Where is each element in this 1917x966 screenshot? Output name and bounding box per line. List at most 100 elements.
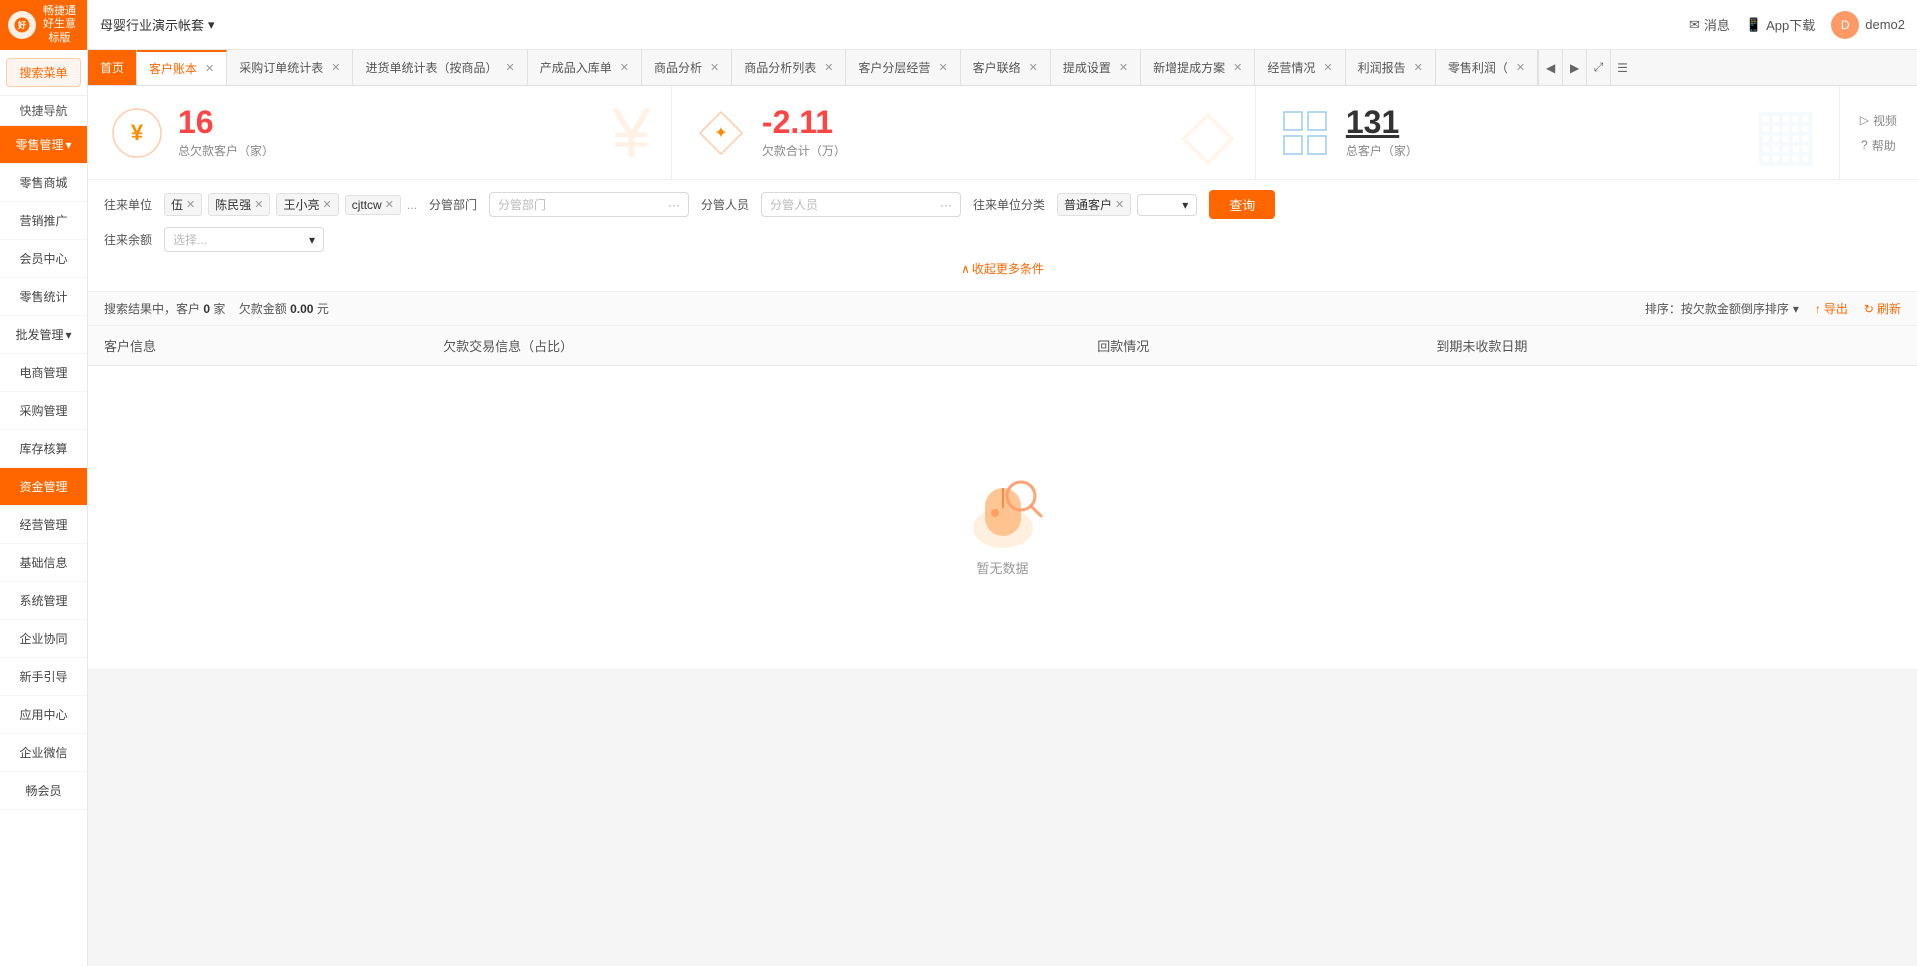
remove-tag-normal[interactable]: ✕: [1115, 198, 1124, 211]
tab-close-10[interactable]: ✕: [1233, 61, 1242, 74]
svg-text:✦: ✦: [714, 125, 727, 142]
header-left: 母婴行业演示帐套 ▾: [100, 15, 215, 34]
tab-customer-ledger[interactable]: 客户账本 ✕: [137, 50, 227, 86]
stat-bg-icon-1: ¥: [612, 93, 651, 173]
stat-value-total: 131: [1346, 106, 1418, 138]
sidebar-item-finance[interactable]: 资金管理: [0, 468, 87, 506]
industry-selector[interactable]: 母婴行业演示帐套 ▾: [100, 15, 215, 34]
tab-close-4[interactable]: ✕: [620, 61, 629, 74]
tab-production-instock[interactable]: 产成品入库单 ✕: [528, 50, 642, 86]
tab-purchase-order-stats[interactable]: 采购订单统计表 ✕: [227, 50, 353, 86]
dept-select[interactable]: 分管部门 ···: [489, 192, 689, 217]
category-chevron: ▾: [1182, 198, 1188, 212]
refresh-icon: ↻: [1864, 302, 1874, 316]
tab-add-commission[interactable]: 新增提成方案 ✕: [1141, 50, 1255, 86]
tab-close-3[interactable]: ✕: [506, 61, 515, 74]
remove-tag-cj[interactable]: ✕: [385, 198, 394, 211]
sort-select[interactable]: 排序：按欠款金额倒序排序 ▾: [1645, 300, 1799, 317]
collapse-button[interactable]: ∧ 收起更多条件: [961, 260, 1044, 277]
category-filter-label: 往来单位分类: [973, 196, 1045, 213]
sidebar-item-wholesale-mgmt[interactable]: 批发管理 ▾: [0, 316, 87, 354]
stat-bg-icon-3: ▦: [1753, 92, 1819, 174]
sidebar-item-basic-info[interactable]: 基础信息: [0, 544, 87, 582]
sidebar-item-member-center[interactable]: 会员中心: [0, 240, 87, 278]
query-button[interactable]: 查询: [1209, 190, 1275, 219]
sidebar-item-operations[interactable]: 经营管理: [0, 506, 87, 544]
empty-illustration: [953, 458, 1053, 558]
tab-product-analysis[interactable]: 商品分析 ✕: [642, 50, 732, 86]
tab-close-12[interactable]: ✕: [1414, 61, 1423, 74]
sidebar-item-retail-stats[interactable]: 零售统计: [0, 278, 87, 316]
tab-home[interactable]: 首页: [88, 50, 137, 86]
tab-close-icon[interactable]: ✕: [205, 62, 214, 75]
tab-stock-stats[interactable]: 进货单统计表（按商品） ✕: [353, 50, 527, 86]
tab-close-6[interactable]: ✕: [824, 61, 833, 74]
stat-bg-icon-2: ◇: [1181, 92, 1235, 174]
tab-profit-report[interactable]: 利润报告 ✕: [1346, 50, 1436, 86]
tab-operations[interactable]: 经营情况 ✕: [1255, 50, 1345, 86]
balance-chevron: ▾: [309, 233, 315, 247]
collapse-up-icon: ∧: [961, 262, 970, 276]
message-button[interactable]: ✉ 消息: [1689, 15, 1730, 34]
filter-bar: 往来单位 伍 ✕ 陈民强 ✕ 王小亮 ✕: [88, 180, 1917, 292]
tab-nav-next[interactable]: ▶: [1562, 50, 1586, 86]
sidebar-item-inventory[interactable]: 库存核算: [0, 430, 87, 468]
col-repayment: 回款情况: [1081, 326, 1420, 366]
sidebar-item-system[interactable]: 系统管理: [0, 582, 87, 620]
unit-tag-wu: 伍 ✕: [164, 193, 202, 216]
tab-customer-contact[interactable]: 客户联络 ✕: [961, 50, 1051, 86]
tab-retail-profit[interactable]: 零售利润（ ✕: [1436, 50, 1538, 86]
sidebar-item-member-plus[interactable]: 畅会员: [0, 772, 87, 810]
remove-tag-chen[interactable]: ✕: [254, 198, 263, 211]
tab-close-7[interactable]: ✕: [938, 61, 947, 74]
tab-fullscreen[interactable]: ⤢: [1586, 50, 1610, 86]
help-link[interactable]: ? 帮助: [1861, 137, 1896, 154]
message-icon: ✉: [1689, 17, 1700, 33]
sidebar-item-retail-mgmt[interactable]: 零售管理 ▾: [0, 126, 87, 164]
tab-close-9[interactable]: ✕: [1119, 61, 1128, 74]
tab-product-analysis-list[interactable]: 商品分析列表 ✕: [732, 50, 846, 86]
sidebar-item-enterprise-wechat[interactable]: 企业微信: [0, 734, 87, 772]
category-select[interactable]: ▾: [1137, 194, 1197, 216]
video-link[interactable]: ▷ 视频: [1860, 112, 1897, 129]
header-right: ✉ 消息 📱 App下载 D demo2: [1689, 11, 1905, 39]
sidebar-item-purchase[interactable]: 采购管理: [0, 392, 87, 430]
remove-tag-wu[interactable]: ✕: [186, 198, 195, 211]
unit-tags: 伍 ✕ 陈民强 ✕ 王小亮 ✕ cjttcw ✕: [164, 193, 417, 216]
export-button[interactable]: ↑ 导出: [1815, 300, 1848, 317]
sidebar-item-app-center[interactable]: 应用中心: [0, 696, 87, 734]
tab-customer-layer[interactable]: 客户分层经营 ✕: [846, 50, 960, 86]
help-icon: ?: [1861, 138, 1868, 152]
unit-more-btn[interactable]: ...: [407, 198, 417, 212]
tab-close-13[interactable]: ✕: [1516, 61, 1525, 74]
help-links: ▷ 视频 ? 帮助: [1840, 86, 1917, 179]
stat-value-customers: 16: [178, 106, 274, 138]
search-menu-button[interactable]: 搜索菜单: [6, 58, 81, 87]
quick-nav-button[interactable]: 快捷导航: [0, 96, 87, 126]
sidebar-item-marketing[interactable]: 营销推广: [0, 202, 87, 240]
tab-menu[interactable]: ☰: [1610, 50, 1634, 86]
tab-close-2[interactable]: ✕: [331, 61, 340, 74]
sidebar-item-retail-mall[interactable]: 零售商城: [0, 164, 87, 202]
sidebar-item-beginner[interactable]: 新手引导: [0, 658, 87, 696]
category-tags: 普通客户 ✕ ▾: [1057, 193, 1197, 216]
remove-tag-wang[interactable]: ✕: [323, 198, 332, 211]
app-download-button[interactable]: 📱 App下载: [1746, 15, 1815, 34]
tab-close-11[interactable]: ✕: [1323, 61, 1332, 74]
refresh-button[interactable]: ↻ 刷新: [1864, 300, 1901, 317]
col-customer-info: 客户信息: [88, 326, 427, 366]
sidebar-item-enterprise-collab[interactable]: 企业协同: [0, 620, 87, 658]
balance-select[interactable]: 选择... ▾: [164, 227, 324, 252]
top-header: 母婴行业演示帐套 ▾ ✉ 消息 📱 App下载 D demo2: [88, 0, 1917, 50]
stat-content-3: 131 总客户（家）: [1346, 106, 1418, 159]
stat-card-total: ▦ 131 总客户（家）: [1256, 86, 1840, 179]
sidebar-item-ecommerce[interactable]: 电商管理: [0, 354, 87, 392]
unit-tag-cj: cjttcw ✕: [345, 195, 401, 215]
tab-commission-settings[interactable]: 提成设置 ✕: [1051, 50, 1141, 86]
tab-nav-prev[interactable]: ◀: [1538, 50, 1562, 86]
person-select[interactable]: 分管人员 ···: [761, 192, 961, 217]
tab-close-8[interactable]: ✕: [1029, 61, 1038, 74]
industry-dropdown-icon: ▾: [208, 17, 215, 33]
user-profile[interactable]: D demo2: [1831, 11, 1905, 39]
tab-close-5[interactable]: ✕: [710, 61, 719, 74]
